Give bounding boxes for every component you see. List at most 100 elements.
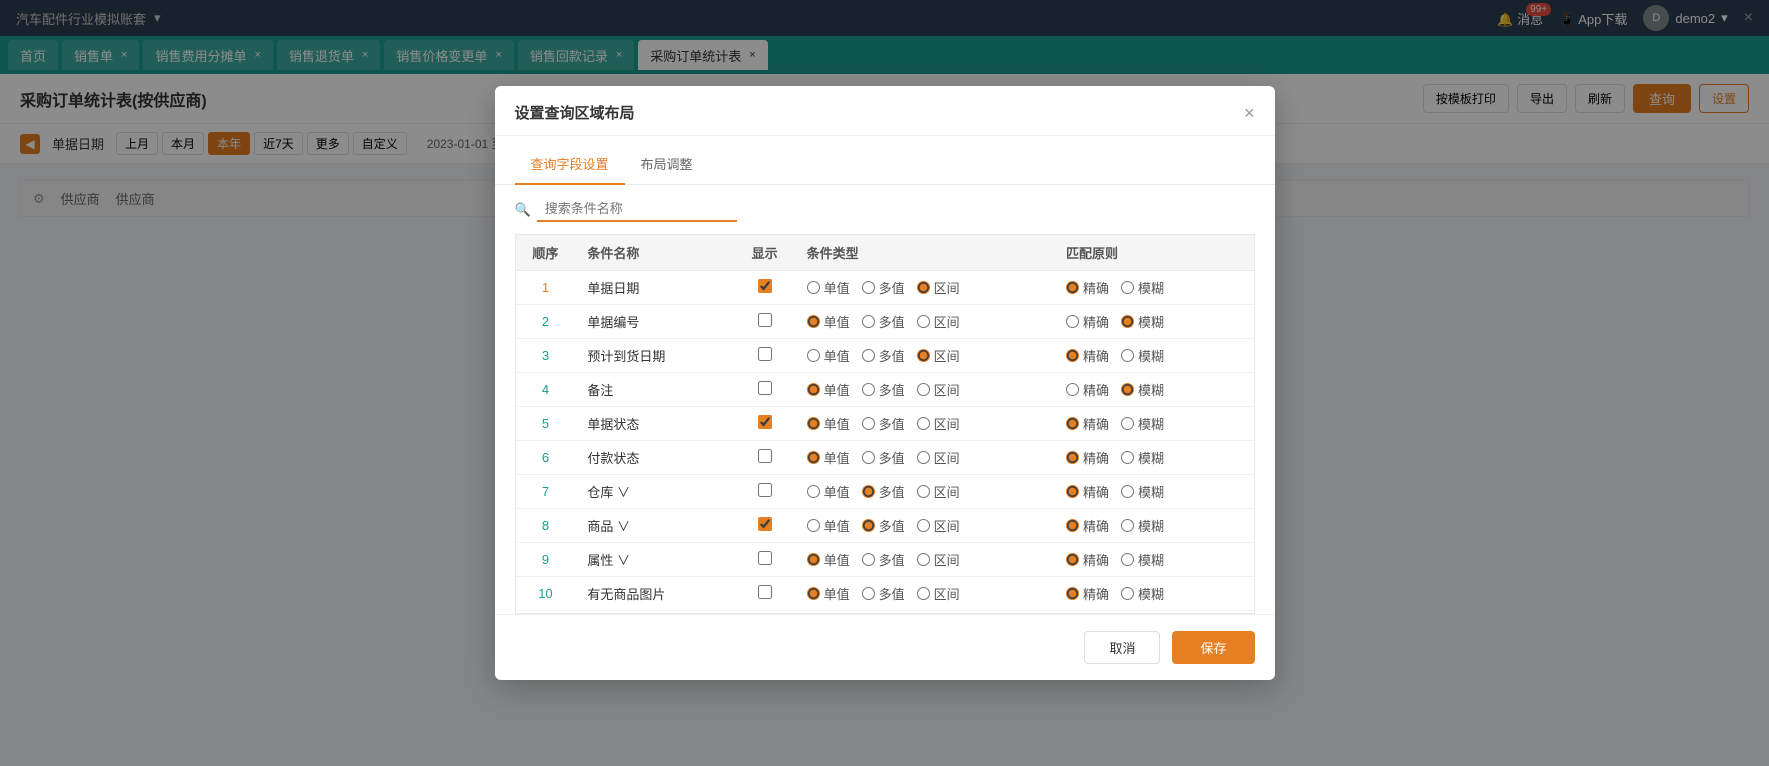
match-radio-item[interactable]: 精确 xyxy=(1066,414,1109,433)
row-order: 7 xyxy=(516,475,576,509)
row-condition-name: 属性 ∨ xyxy=(575,543,734,577)
type-radio-item[interactable]: 区间 xyxy=(917,414,960,433)
row-condition-name: 单据日期 xyxy=(575,271,734,305)
match-radio-item[interactable]: 精确 xyxy=(1066,278,1109,297)
row-display-checkbox-cell[interactable] xyxy=(735,543,795,577)
save-button[interactable]: 保存 xyxy=(1172,631,1254,664)
row-display-checkbox[interactable] xyxy=(758,551,772,565)
match-radio-item[interactable]: 模糊 xyxy=(1121,584,1164,603)
row-type-cell: 单值多值区间 xyxy=(795,271,1054,305)
type-radio-item[interactable]: 多值 xyxy=(862,448,905,467)
row-display-checkbox-cell[interactable] xyxy=(735,305,795,339)
type-radio-item[interactable]: 区间 xyxy=(917,482,960,501)
type-radio-item[interactable]: 区间 xyxy=(917,584,960,603)
match-radio-item[interactable]: 模糊 xyxy=(1121,278,1164,297)
row-display-checkbox-cell[interactable] xyxy=(735,509,795,543)
match-radio-item[interactable]: 精确 xyxy=(1066,516,1109,535)
type-radio-item[interactable]: 单值 xyxy=(807,448,850,467)
type-radio-item[interactable]: 单值 xyxy=(807,482,850,501)
row-display-checkbox[interactable] xyxy=(758,415,772,429)
row-display-checkbox[interactable] xyxy=(758,449,772,463)
row-type-cell: 单值多值区间 xyxy=(795,543,1054,577)
type-radio-item[interactable]: 多值 xyxy=(862,482,905,501)
cancel-button[interactable]: 取消 xyxy=(1084,631,1160,664)
match-radio-item[interactable]: 模糊 xyxy=(1121,448,1164,467)
match-radio-item[interactable]: 精确 xyxy=(1066,448,1109,467)
type-radio-item[interactable]: 区间 xyxy=(917,516,960,535)
type-radio-item[interactable]: 单值 xyxy=(807,312,850,331)
row-type-cell: 单值多值区间 xyxy=(795,509,1054,543)
settings-table-container[interactable]: 顺序 条件名称 显示 条件类型 匹配原则 1单据日期单值多值区间精确模糊2单据编… xyxy=(515,234,1255,614)
type-radio-item[interactable]: 区间 xyxy=(917,550,960,569)
match-radio-item[interactable]: 模糊 xyxy=(1121,414,1164,433)
type-radio-item[interactable]: 多值 xyxy=(862,516,905,535)
tab-layout-adjust[interactable]: 布局调整 xyxy=(625,148,709,185)
row-match-cell: 精确模糊 xyxy=(1054,305,1254,339)
match-radio-item[interactable]: 精确 xyxy=(1066,380,1109,399)
row-display-checkbox-cell[interactable] xyxy=(735,339,795,373)
table-row: 5单据状态单值多值区间精确模糊 xyxy=(516,407,1254,441)
type-radio-item[interactable]: 多值 xyxy=(862,584,905,603)
type-radio-item[interactable]: 单值 xyxy=(807,550,850,569)
type-radio-item[interactable]: 单值 xyxy=(807,584,850,603)
row-type-cell: 单值多值区间 xyxy=(795,577,1054,611)
type-radio-item[interactable]: 单值 xyxy=(807,516,850,535)
row-condition-name: 预计到货日期 xyxy=(575,339,734,373)
row-display-checkbox[interactable] xyxy=(758,381,772,395)
row-order: 8 xyxy=(516,509,576,543)
match-radio-item[interactable]: 模糊 xyxy=(1121,346,1164,365)
row-display-checkbox[interactable] xyxy=(758,347,772,361)
type-radio-item[interactable]: 区间 xyxy=(917,346,960,365)
type-radio-item[interactable]: 区间 xyxy=(917,312,960,331)
match-radio-item[interactable]: 精确 xyxy=(1066,346,1109,365)
match-radio-item[interactable]: 模糊 xyxy=(1121,550,1164,569)
modal-tabs: 查询字段设置 布局调整 xyxy=(495,136,1275,185)
row-display-checkbox-cell[interactable] xyxy=(735,271,795,305)
table-row: 4备注单值多值区间精确模糊 xyxy=(516,373,1254,407)
row-display-checkbox[interactable] xyxy=(758,313,772,327)
search-input[interactable] xyxy=(537,197,737,222)
modal-close-button[interactable]: × xyxy=(1244,104,1255,122)
type-radio-item[interactable]: 单值 xyxy=(807,278,850,297)
modal-footer: 取消 保存 xyxy=(495,614,1275,680)
tab-query-fields[interactable]: 查询字段设置 xyxy=(515,148,625,185)
table-row: 7仓库 ∨单值多值区间精确模糊 xyxy=(516,475,1254,509)
type-radio-item[interactable]: 多值 xyxy=(862,278,905,297)
col-type: 条件类型 xyxy=(795,235,1054,271)
match-radio-item[interactable]: 精确 xyxy=(1066,482,1109,501)
type-radio-item[interactable]: 多值 xyxy=(862,380,905,399)
type-radio-item[interactable]: 区间 xyxy=(917,448,960,467)
type-radio-item[interactable]: 多值 xyxy=(862,550,905,569)
row-type-cell: 单值多值区间 xyxy=(795,305,1054,339)
type-radio-item[interactable]: 多值 xyxy=(862,414,905,433)
row-display-checkbox[interactable] xyxy=(758,517,772,531)
match-radio-item[interactable]: 精确 xyxy=(1066,312,1109,331)
match-radio-item[interactable]: 模糊 xyxy=(1121,312,1164,331)
row-display-checkbox-cell[interactable] xyxy=(735,577,795,611)
col-match: 匹配原则 xyxy=(1054,235,1254,271)
row-display-checkbox-cell[interactable] xyxy=(735,373,795,407)
row-display-checkbox-cell[interactable] xyxy=(735,475,795,509)
type-radio-item[interactable]: 区间 xyxy=(917,278,960,297)
type-radio-item[interactable]: 区间 xyxy=(917,380,960,399)
type-radio-item[interactable]: 单值 xyxy=(807,346,850,365)
type-radio-item[interactable]: 多值 xyxy=(862,312,905,331)
row-display-checkbox[interactable] xyxy=(758,279,772,293)
modal-search-area: 🔍 xyxy=(495,185,1275,222)
match-radio-item[interactable]: 精确 xyxy=(1066,550,1109,569)
type-radio-item[interactable]: 多值 xyxy=(862,346,905,365)
match-radio-item[interactable]: 精确 xyxy=(1066,584,1109,603)
match-radio-item[interactable]: 模糊 xyxy=(1121,482,1164,501)
match-radio-item[interactable]: 模糊 xyxy=(1121,380,1164,399)
modal-overlay[interactable]: 设置查询区域布局 × 查询字段设置 布局调整 🔍 顺序 xyxy=(0,0,1769,766)
row-match-cell: 精确模糊 xyxy=(1054,577,1254,611)
row-order: 10 xyxy=(516,577,576,611)
row-display-checkbox[interactable] xyxy=(758,483,772,497)
row-display-checkbox-cell[interactable] xyxy=(735,407,795,441)
table-row: 10有无商品图片单值多值区间精确模糊 xyxy=(516,577,1254,611)
row-display-checkbox-cell[interactable] xyxy=(735,441,795,475)
row-display-checkbox[interactable] xyxy=(758,585,772,599)
match-radio-item[interactable]: 模糊 xyxy=(1121,516,1164,535)
type-radio-item[interactable]: 单值 xyxy=(807,380,850,399)
type-radio-item[interactable]: 单值 xyxy=(807,414,850,433)
